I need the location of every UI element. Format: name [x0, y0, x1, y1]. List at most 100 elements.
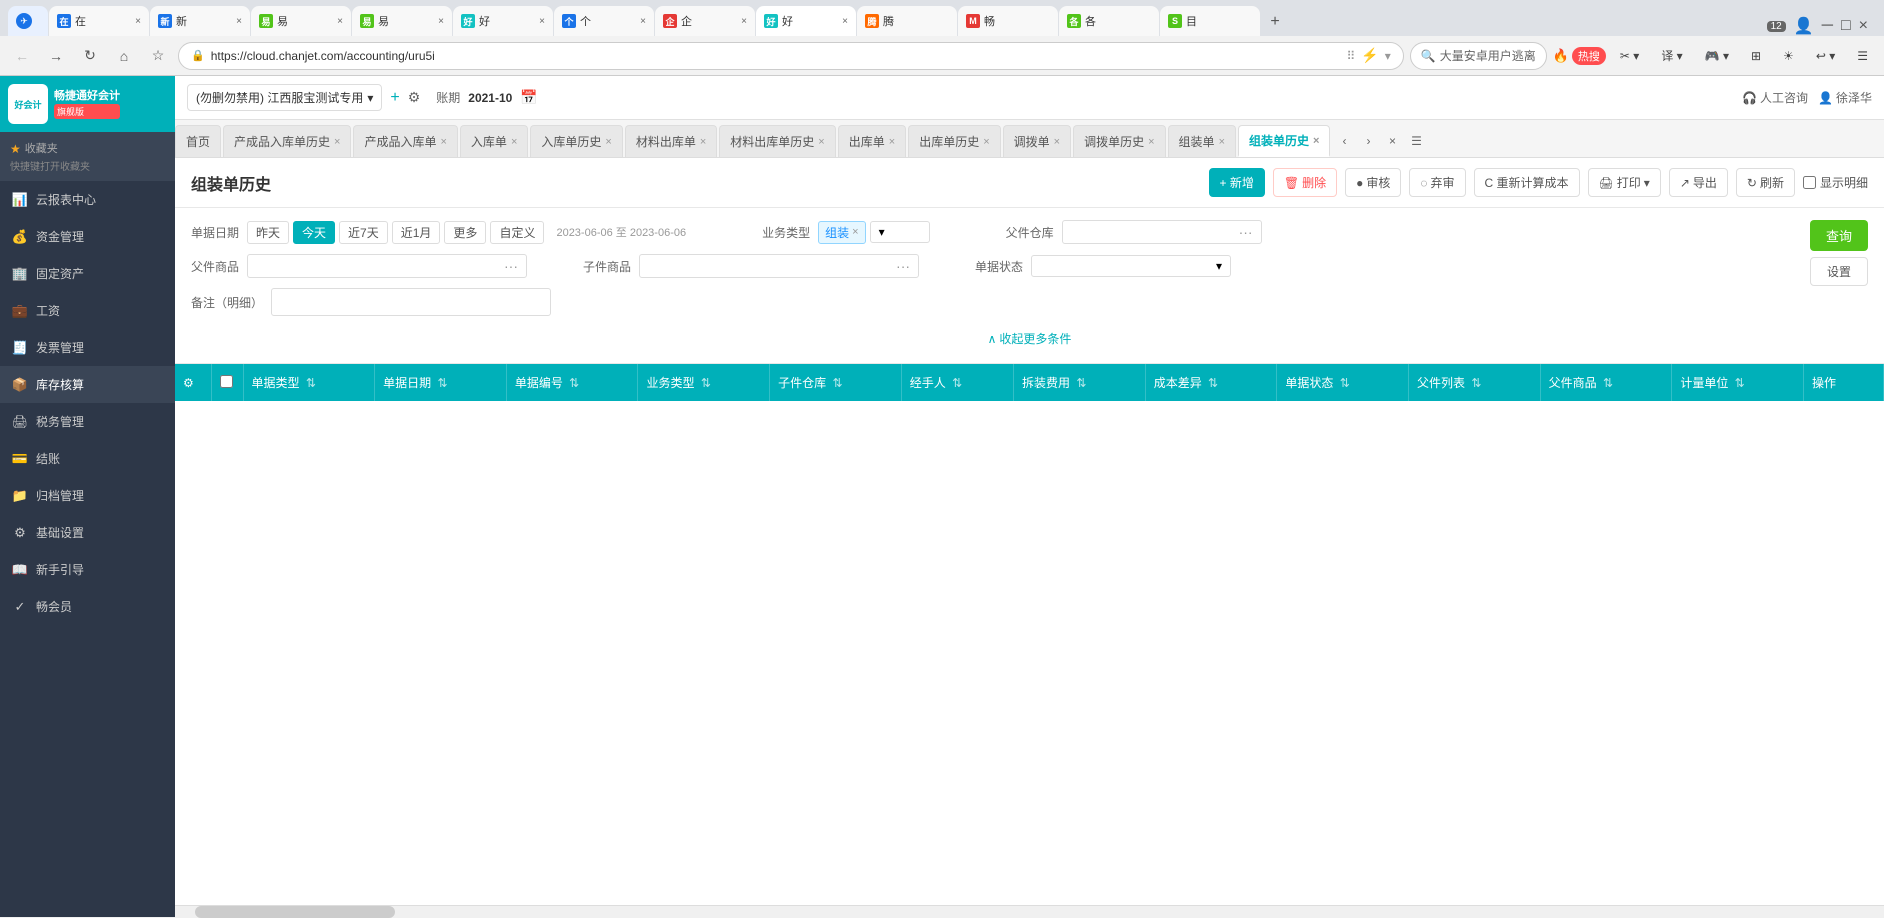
browser-tab-0[interactable]: ✈ [8, 6, 48, 36]
add-company-btn[interactable]: + [390, 89, 399, 107]
select-all-checkbox[interactable] [220, 375, 233, 388]
browser-tab-8[interactable]: 好 好 × [756, 6, 856, 36]
sun-tool[interactable]: ☀ [1775, 45, 1802, 67]
today-btn[interactable]: 今天 [293, 221, 335, 244]
tab-close-icon[interactable]: × [700, 136, 706, 148]
sidebar-item-funds[interactable]: 💰 资金管理 [0, 218, 175, 255]
forward-button[interactable]: → [42, 42, 70, 70]
page-tab-7[interactable]: 出库单 × [838, 125, 906, 157]
remarks-input[interactable] [271, 288, 551, 316]
more-btn[interactable]: 更多 [444, 221, 486, 244]
export-button[interactable]: ↗ 导出 [1669, 168, 1728, 197]
tab-close-7[interactable]: × [741, 16, 747, 27]
page-tab-9[interactable]: 调拨单 × [1003, 125, 1071, 157]
tab-close-6[interactable]: × [640, 16, 646, 27]
abandon-button[interactable]: ◌ 弃审 [1409, 168, 1465, 197]
recalc-button[interactable]: C 重新计算成本 [1474, 168, 1580, 197]
browser-tab-7[interactable]: 企 企 × [655, 6, 755, 36]
audit-button[interactable]: ● 审核 [1345, 168, 1401, 197]
collapse-button[interactable]: ∧ 收起更多条件 [984, 326, 1076, 351]
user-btn[interactable]: 👤 徐泽华 [1818, 89, 1872, 106]
sidebar-item-vip[interactable]: ✓ 畅会员 [0, 588, 175, 625]
scrollbar-thumb[interactable] [195, 906, 395, 917]
favorites-subtitle[interactable]: 快捷键打开收藏夹 [10, 158, 165, 173]
tab-close-icon[interactable]: × [1313, 135, 1319, 147]
page-tab-home[interactable]: 首页 [175, 125, 221, 157]
status-select[interactable]: ▾ [1031, 255, 1231, 277]
page-tab-12[interactable]: 组装单历史 × [1238, 125, 1330, 157]
add-button[interactable]: + 新增 [1209, 168, 1265, 197]
yesterday-btn[interactable]: 昨天 [247, 221, 289, 244]
tab-close-icon[interactable]: × [1054, 136, 1060, 148]
menu-tool[interactable]: ☰ [1849, 45, 1876, 67]
parent-warehouse-select[interactable]: ··· [1062, 220, 1262, 244]
delete-button[interactable]: 🗑 删除 [1273, 168, 1337, 197]
page-tab-4[interactable]: 入库单历史 × [530, 125, 622, 157]
col-header-number[interactable]: 单据编号 ⇅ [506, 364, 638, 401]
col-header-handler[interactable]: 经手人 ⇅ [901, 364, 1013, 401]
browser-tab-5[interactable]: 好 好 × [453, 6, 553, 36]
tab-close-icon[interactable]: × [440, 136, 446, 148]
sidebar-item-assets[interactable]: 🏢 固定资产 [0, 255, 175, 292]
sidebar-item-guide[interactable]: 📖 新手引导 [0, 551, 175, 588]
browser-tab-12[interactable]: S 目 [1160, 6, 1260, 36]
tab-close-icon[interactable]: × [511, 136, 517, 148]
grid-tool[interactable]: ⊞ [1743, 45, 1769, 67]
bookmark-button[interactable]: ☆ [144, 42, 172, 70]
month-btn[interactable]: 近1月 [392, 221, 441, 244]
undo-tool[interactable]: ↩ ▾ [1808, 45, 1843, 67]
col-header-dismantle[interactable]: 拆装费用 ⇅ [1014, 364, 1146, 401]
page-tab-1[interactable]: 产成品入库单历史 × [223, 125, 351, 157]
lightning-icon[interactable]: ⚡ [1361, 47, 1378, 64]
parent-goods-select[interactable]: ··· [247, 254, 527, 278]
sidebar-item-archive[interactable]: 📁 归档管理 [0, 477, 175, 514]
refresh-button[interactable]: ↻ 刷新 [1736, 168, 1795, 197]
tab-close-4[interactable]: × [438, 16, 444, 27]
sidebar-item-settlement[interactable]: 💳 结账 [0, 440, 175, 477]
col-header-status[interactable]: 单据状态 ⇅ [1277, 364, 1409, 401]
tab-close-8[interactable]: × [842, 16, 848, 27]
tab-close-5[interactable]: × [539, 16, 545, 27]
settings-btn[interactable]: ⚙ [408, 89, 421, 106]
minimize-btn[interactable]: ─ [1822, 17, 1833, 35]
tab-close-3[interactable]: × [337, 16, 343, 27]
col-header-settings[interactable]: ⚙ [175, 364, 211, 401]
tab-close-icon[interactable]: × [1148, 136, 1154, 148]
col-header-cost-diff[interactable]: 成本差异 ⇅ [1145, 364, 1277, 401]
sidebar-item-invoice[interactable]: 🧾 发票管理 [0, 329, 175, 366]
browser-tab-4[interactable]: 易 易 × [352, 6, 452, 36]
dots-icon[interactable]: ··· [504, 258, 518, 274]
search-bar[interactable]: 🔍 大量安卓用户逃离 [1410, 42, 1547, 70]
print-button[interactable]: 🖨 打印 ▾ [1588, 168, 1661, 197]
business-type-select[interactable]: ▾ [870, 221, 930, 243]
browser-tab-6[interactable]: 个 个 × [554, 6, 654, 36]
horizontal-scrollbar[interactable] [175, 905, 1884, 917]
custom-btn[interactable]: 自定义 [490, 221, 544, 244]
dots-icon[interactable]: ··· [896, 258, 910, 274]
display-toggle[interactable]: 显示明细 [1803, 174, 1868, 191]
tab-nav-right[interactable]: › [1356, 125, 1380, 157]
display-checkbox[interactable] [1803, 176, 1816, 189]
sidebar-item-reports[interactable]: 📊 云报表中心 [0, 181, 175, 218]
tab-nav-left[interactable]: ‹ [1332, 125, 1356, 157]
remove-tag-btn[interactable]: × [852, 226, 858, 238]
calendar-icon[interactable]: 📅 [520, 89, 537, 106]
browser-tab-3[interactable]: 易 易 × [251, 6, 351, 36]
tab-nav-close[interactable]: × [1380, 125, 1404, 157]
browser-tab-2[interactable]: 新 新 × [150, 6, 250, 36]
search-button[interactable]: 查询 [1810, 220, 1868, 251]
profile-icon[interactable]: 👤 [1794, 16, 1814, 36]
back-button[interactable]: ← [8, 42, 36, 70]
col-header-parent-goods[interactable]: 父件商品 ⇅ [1540, 364, 1672, 401]
reload-button[interactable]: ↻ [76, 42, 104, 70]
translate-tool[interactable]: 译 ▾ [1653, 43, 1690, 68]
sidebar-item-payroll[interactable]: 💼 工资 [0, 292, 175, 329]
tab-close-1[interactable]: × [135, 16, 141, 27]
maximize-btn[interactable]: □ [1841, 17, 1851, 35]
browser-tab-9[interactable]: 腾 腾 [857, 6, 957, 36]
week-btn[interactable]: 近7天 [339, 221, 388, 244]
cut-tool[interactable]: ✂ ▾ [1612, 45, 1647, 67]
tab-close-icon[interactable]: × [1219, 136, 1225, 148]
col-header-date[interactable]: 单据日期 ⇅ [375, 364, 507, 401]
browser-tab-10[interactable]: M 畅 [958, 6, 1058, 36]
